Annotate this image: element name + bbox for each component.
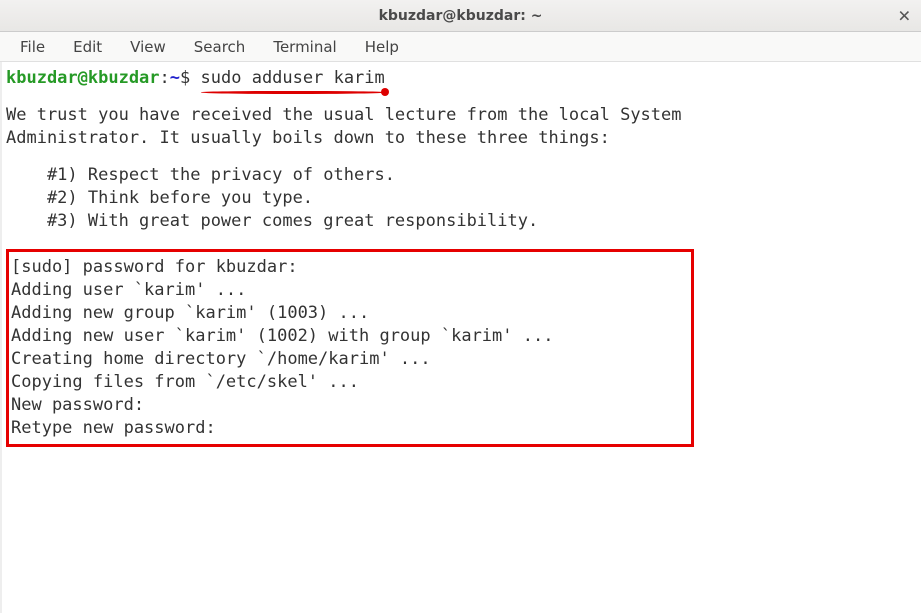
window-title: kbuzdar@kbuzdar: ~	[379, 8, 543, 24]
lecture-point1: #1) Respect the privacy of others.	[47, 164, 917, 187]
window-titlebar: kbuzdar@kbuzdar: ~ ✕	[0, 0, 921, 32]
prompt-sep: :	[160, 68, 170, 88]
highlight-underline	[201, 91, 385, 94]
close-icon[interactable]: ✕	[898, 6, 911, 25]
output-line: Adding new user `karim' (1002) with grou…	[11, 325, 689, 348]
output-line: Adding new group `karim' (1003) ...	[11, 302, 689, 325]
menu-edit[interactable]: Edit	[59, 34, 116, 60]
lecture-line1: We trust you have received the usual lec…	[6, 104, 917, 127]
typed-command: sudo adduser karim	[201, 67, 385, 90]
lecture-point3: #3) With great power comes great respons…	[47, 210, 917, 233]
menubar: File Edit View Search Terminal Help	[0, 32, 921, 62]
output-line: Retype new password:	[11, 417, 689, 440]
command-text: sudo adduser karim	[201, 68, 385, 88]
menu-search[interactable]: Search	[180, 34, 260, 60]
prompt-dollar: $	[180, 68, 190, 88]
output-line: Copying files from `/etc/skel' ...	[11, 371, 689, 394]
prompt-path: ~	[170, 68, 180, 88]
output-line: Creating home directory `/home/karim' ..…	[11, 348, 689, 371]
prompt-line: kbuzdar@kbuzdar:~$ sudo adduser karim	[6, 67, 917, 90]
sudo-lecture: We trust you have received the usual lec…	[6, 104, 917, 233]
output-line: Adding user `karim' ...	[11, 279, 689, 302]
output-line: New password:	[11, 394, 689, 417]
menu-help[interactable]: Help	[351, 34, 413, 60]
prompt-userhost: kbuzdar@kbuzdar	[6, 68, 160, 88]
highlighted-output-box: [sudo] password for kbuzdar: Adding user…	[6, 249, 694, 447]
output-line: [sudo] password for kbuzdar:	[11, 256, 689, 279]
lecture-line2: Administrator. It usually boils down to …	[6, 127, 917, 150]
lecture-points: #1) Respect the privacy of others. #2) T…	[6, 164, 917, 233]
menu-view[interactable]: View	[116, 34, 180, 60]
menu-terminal[interactable]: Terminal	[259, 34, 350, 60]
lecture-point2: #2) Think before you type.	[47, 187, 917, 210]
terminal-area[interactable]: kbuzdar@kbuzdar:~$ sudo adduser karim We…	[0, 62, 921, 613]
menu-file[interactable]: File	[6, 34, 59, 60]
